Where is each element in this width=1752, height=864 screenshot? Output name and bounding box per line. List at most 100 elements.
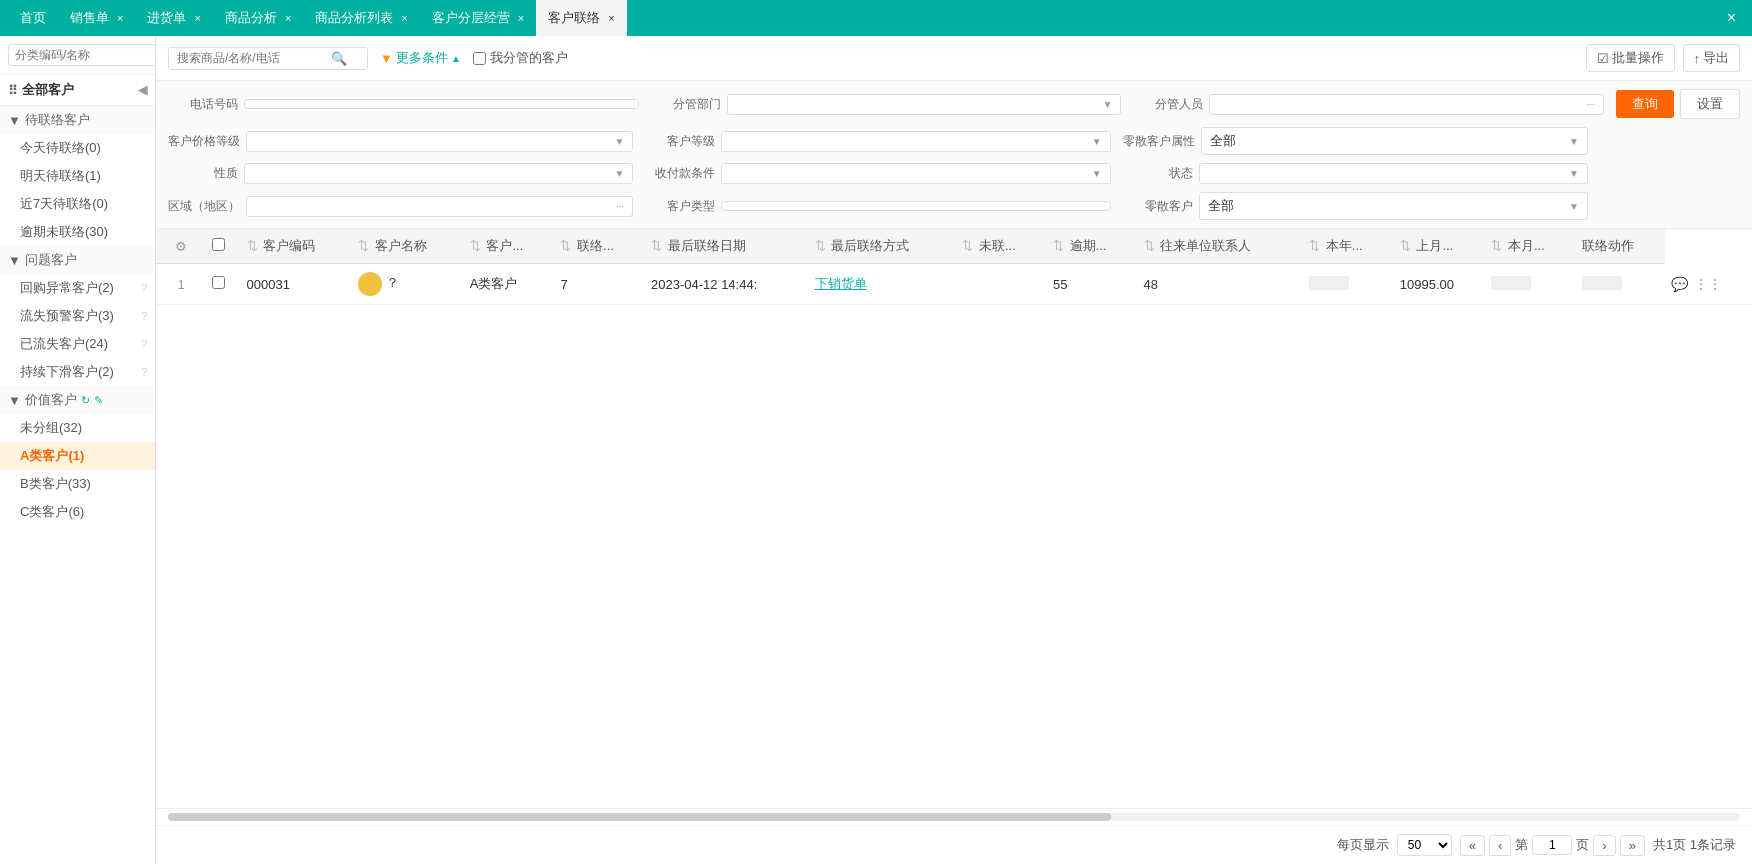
sort-icon-ctype: ⇅ bbox=[470, 238, 481, 253]
sidebar-search-input[interactable] bbox=[8, 44, 156, 66]
filter-customer-level-input[interactable]: ▼ bbox=[721, 131, 1110, 152]
page-number-input[interactable] bbox=[1532, 835, 1572, 855]
row-last-method[interactable]: 下销货单 bbox=[809, 264, 957, 305]
col-last-month[interactable]: ⇅ 上月... bbox=[1394, 229, 1486, 264]
settings-button[interactable]: 设置 bbox=[1680, 89, 1740, 119]
filter-nature-input[interactable]: ▼ bbox=[244, 163, 633, 184]
col-contacts-person[interactable]: ⇅ 往来单位联系人 bbox=[1138, 229, 1304, 264]
col-contact-count[interactable]: ⇅ 联络... bbox=[554, 229, 645, 264]
sidebar-item-churn-warning[interactable]: 流失预警客户(3) ? bbox=[0, 302, 155, 330]
close-tab-analysis-list-icon[interactable]: × bbox=[401, 0, 407, 36]
prev-page-button[interactable]: ‹ bbox=[1489, 835, 1511, 856]
last-month-placeholder bbox=[1491, 276, 1531, 290]
query-button[interactable]: 查询 bbox=[1616, 90, 1674, 118]
filter-status-input[interactable]: ▼ bbox=[1199, 163, 1588, 184]
nav-home[interactable]: 首页 bbox=[8, 0, 58, 36]
sidebar-all-customers-header[interactable]: ⠿ 全部客户 ◀ bbox=[0, 75, 155, 106]
select-all-checkbox[interactable] bbox=[212, 238, 225, 251]
page-size-select[interactable]: 50 100 200 bbox=[1397, 834, 1452, 856]
close-tab-sales-icon[interactable]: × bbox=[117, 0, 123, 36]
row-more-icon[interactable]: ⋮⋮ bbox=[1694, 276, 1722, 292]
data-table-container: ⚙ ⇅ 客户编码 ⇅ 客户名称 bbox=[156, 229, 1752, 808]
filter-retail-customer-input[interactable]: 全部 ▼ bbox=[1199, 192, 1588, 220]
nav-tab-purchase[interactable]: 进货单 × bbox=[135, 0, 212, 36]
export-icon: ↑ bbox=[1694, 51, 1701, 66]
col-last-date[interactable]: ⇅ 最后联络日期 bbox=[645, 229, 809, 264]
col-checkbox[interactable] bbox=[206, 229, 241, 264]
filter-row-4: 区域（地区） ··· 客户类型 零散客户 全部 ▼ bbox=[168, 192, 1740, 220]
col-not-contacted[interactable]: ⇅ 未联... bbox=[956, 229, 1047, 264]
filter-region-input[interactable]: ··· bbox=[246, 196, 633, 217]
sidebar-item-declining[interactable]: 持续下滑客户(2) ? bbox=[0, 358, 155, 386]
row-checkbox-cell[interactable] bbox=[206, 264, 241, 305]
close-tab-customer-mgmt-icon[interactable]: × bbox=[518, 0, 524, 36]
value-edit-icon[interactable]: ✎ bbox=[94, 394, 103, 407]
my-customers-checkbox[interactable] bbox=[473, 52, 486, 65]
col-name[interactable]: ⇅ 客户名称 bbox=[352, 229, 464, 264]
more-filters-btn[interactable]: ▼ 更多条件 ▲ bbox=[380, 49, 461, 67]
sidebar-item-b-class[interactable]: B类客户(33) bbox=[0, 470, 155, 498]
sidebar-item-c-class[interactable]: C类客户(6) bbox=[0, 498, 155, 526]
last-contact-link[interactable]: 下销货单 bbox=[815, 276, 867, 291]
nav-tab-analysis[interactable]: 商品分析 × bbox=[213, 0, 303, 36]
page-end-label: 页 bbox=[1576, 836, 1589, 854]
row-checkbox[interactable] bbox=[212, 276, 225, 289]
col-last-method[interactable]: ⇅ 最后联络方式 bbox=[809, 229, 957, 264]
nav-tab-analysis-list[interactable]: 商品分析列表 × bbox=[303, 0, 419, 36]
horizontal-scrollbar[interactable] bbox=[156, 808, 1752, 825]
sidebar-item-a-class[interactable]: A类客户(1) bbox=[0, 442, 155, 470]
col-gear[interactable]: ⚙ bbox=[156, 229, 206, 264]
close-tab-purchase-icon[interactable]: × bbox=[194, 0, 200, 36]
col-customer-type[interactable]: ⇅ 客户... bbox=[464, 229, 555, 264]
filter-retail-attr-input[interactable]: 全部 ▼ bbox=[1201, 127, 1588, 155]
filter-person-input[interactable]: ··· bbox=[1209, 94, 1604, 115]
filter-customer-type-input[interactable] bbox=[721, 201, 1110, 211]
search-box[interactable]: 🔍 bbox=[168, 47, 368, 70]
sidebar-collapse-icon[interactable]: ◀ bbox=[138, 83, 147, 97]
filter-price-level-input[interactable]: ▼ bbox=[246, 131, 633, 152]
batch-check-icon: ☑ bbox=[1597, 51, 1609, 66]
col-code[interactable]: ⇅ 客户编码 bbox=[241, 229, 353, 264]
filter-customer-level: 客户等级 ▼ bbox=[645, 131, 1110, 152]
value-refresh-icon[interactable]: ↻ bbox=[81, 394, 90, 407]
filter-retail-attr-label: 零散客户属性 bbox=[1123, 133, 1195, 150]
sort-icon-overdue: ⇅ bbox=[1053, 238, 1064, 253]
sidebar-item-churned[interactable]: 已流失客户(24) ? bbox=[0, 330, 155, 358]
sidebar-item-ungrouped[interactable]: 未分组(32) bbox=[0, 414, 155, 442]
filter-phone-input[interactable] bbox=[244, 99, 639, 109]
filter-dept-input[interactable]: ▼ bbox=[727, 94, 1122, 115]
sidebar-item-overdue[interactable]: 逾期未联络(30) bbox=[0, 218, 155, 246]
nav-tab-sales[interactable]: 销售单 × bbox=[58, 0, 135, 36]
sidebar-item-today[interactable]: 今天待联络(0) bbox=[0, 134, 155, 162]
sidebar-section-pending[interactable]: ▼ 待联络客户 bbox=[0, 106, 155, 134]
row-chat-icon[interactable]: 💬 bbox=[1671, 276, 1688, 292]
search-input[interactable] bbox=[177, 51, 327, 65]
sidebar-section-problem[interactable]: ▼ 问题客户 bbox=[0, 246, 155, 274]
next-page-button[interactable]: › bbox=[1593, 835, 1615, 856]
filter-retail-customer-label: 零散客户 bbox=[1123, 198, 1193, 215]
col-this-month[interactable]: ⇅ 本月... bbox=[1485, 229, 1576, 264]
col-overdue[interactable]: ⇅ 逾期... bbox=[1047, 229, 1138, 264]
settings-gear-icon[interactable]: ⚙ bbox=[175, 239, 187, 254]
nav-tab-customer-mgmt[interactable]: 客户分层经营 × bbox=[420, 0, 536, 36]
filter-payment-input[interactable]: ▼ bbox=[721, 163, 1110, 184]
col-this-year[interactable]: ⇅ 本年... bbox=[1303, 229, 1394, 264]
price-arrow-icon: ▼ bbox=[614, 136, 624, 147]
close-tab-analysis-icon[interactable]: × bbox=[285, 0, 291, 36]
close-tab-customer-contact-icon[interactable]: × bbox=[608, 0, 614, 36]
export-button[interactable]: ↑ 导出 bbox=[1683, 44, 1741, 72]
last-page-button[interactable]: » bbox=[1620, 835, 1645, 856]
sidebar-item-7days[interactable]: 近7天待联络(0) bbox=[0, 190, 155, 218]
my-customers-checkbox-area[interactable]: 我分管的客户 bbox=[473, 49, 568, 67]
help-icon-2: ? bbox=[141, 310, 147, 322]
window-close-button[interactable]: × bbox=[1719, 9, 1744, 27]
sidebar-item-tomorrow[interactable]: 明天待联络(1) bbox=[0, 162, 155, 190]
sidebar-section-value[interactable]: ▼ 价值客户 ↻ ✎ bbox=[0, 386, 155, 414]
sidebar-item-repurchase-abnormal[interactable]: 回购异常客户(2) ? bbox=[0, 274, 155, 302]
first-page-button[interactable]: « bbox=[1460, 835, 1485, 856]
batch-operations-button[interactable]: ☑ 批量操作 bbox=[1586, 44, 1675, 72]
nav-tab-customer-contact[interactable]: 客户联络 × bbox=[536, 0, 626, 36]
scrollbar-thumb[interactable] bbox=[168, 813, 1111, 821]
filter-search-icon[interactable]: 🔍 bbox=[331, 51, 347, 66]
scrollbar-track[interactable] bbox=[168, 813, 1740, 821]
